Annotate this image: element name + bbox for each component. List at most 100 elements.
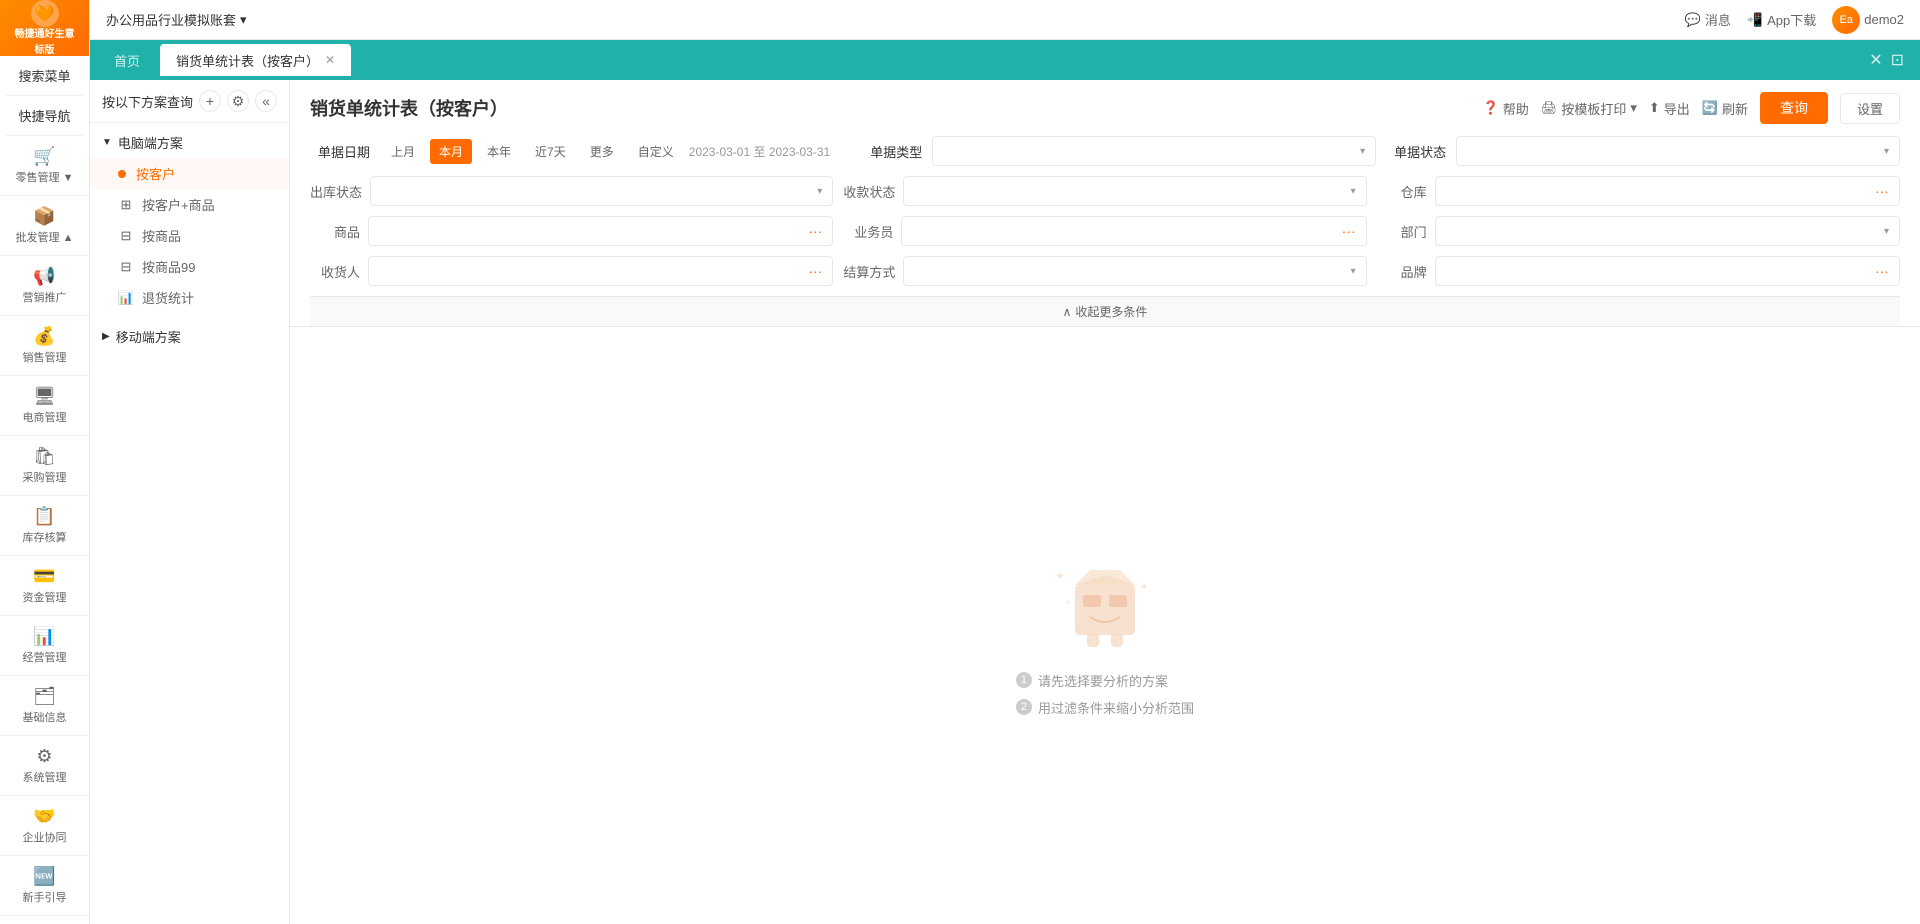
sidebar-item-wholesale[interactable]: 📦 批发管理 ▲ bbox=[0, 196, 89, 256]
date-btn-custom[interactable]: 自定义 bbox=[629, 139, 683, 164]
filter-row-4: 收货人 ··· 结算方式 ▾ bbox=[310, 256, 1900, 286]
sidebar-item-purchase[interactable]: 🛍 采购管理 bbox=[0, 436, 89, 496]
brand-label: 品牌 bbox=[1377, 262, 1427, 281]
date-btn-this-month[interactable]: 本月 bbox=[430, 139, 472, 164]
sidebar-item-inventory[interactable]: 📋 库存核算 bbox=[0, 496, 89, 556]
wholesale-icon: 📦 bbox=[4, 206, 85, 227]
salesman-field[interactable]: ··· bbox=[901, 216, 1366, 246]
sidebar-item-finance[interactable]: 💳 资金管理 bbox=[0, 556, 89, 616]
scheme-group-mobile-title[interactable]: ▶ 移动端方案 bbox=[90, 321, 289, 352]
sidebar-item-retail[interactable]: 🛒 零售管理 ▼ bbox=[0, 136, 89, 196]
main-area: 办公用品行业模拟账套 ▾ 💬 消息 📲 App下载 Ea demo2 首页 bbox=[90, 0, 1920, 924]
payment-label: 收款状态 bbox=[843, 182, 895, 201]
settings-scheme-btn[interactable]: ⚙ bbox=[227, 90, 249, 112]
settings-button[interactable]: 设置 bbox=[1840, 93, 1900, 124]
date-btn-this-year[interactable]: 本年 bbox=[478, 139, 520, 164]
page-header: 销货单统计表（按客户） ❓ 帮助 🖨 按模板打印 ▾ ⬆ bbox=[290, 80, 1920, 327]
settlement-dropdown[interactable]: ▾ bbox=[903, 256, 1366, 286]
scheme-item-customer-product[interactable]: ⊞ 按客户+商品 bbox=[90, 189, 289, 220]
page-title: 销货单统计表（按客户） bbox=[310, 95, 508, 121]
sidebar-item-appcenter[interactable]: 📱 应用中心 bbox=[0, 916, 89, 924]
export-label: 导出 bbox=[1664, 99, 1690, 118]
export-icon: ⬆ bbox=[1649, 100, 1660, 116]
tab-close-icon[interactable]: ✕ bbox=[325, 53, 335, 67]
settlement-arrow: ▾ bbox=[1351, 266, 1356, 277]
scheme-item-return-stats[interactable]: 📊 退货统计 bbox=[90, 282, 289, 313]
account-dropdown-icon: ▾ bbox=[240, 12, 247, 28]
sidebar-item-search[interactable]: 搜索菜单 bbox=[6, 56, 82, 96]
sidebar-item-base[interactable]: 🗂 基础信息 bbox=[0, 676, 89, 736]
order-status-dropdown[interactable]: ▾ bbox=[1456, 136, 1900, 166]
scheme-group-pc-title[interactable]: ▼ 电脑端方案 bbox=[90, 127, 289, 158]
empty-tip-2: 2 用过滤条件来缩小分析范围 bbox=[1016, 698, 1194, 717]
recipient-field[interactable]: ··· bbox=[368, 256, 833, 286]
filter-item-brand: 品牌 ··· bbox=[1377, 256, 1900, 286]
sidebar-item-sales[interactable]: 💰 销售管理 bbox=[0, 316, 89, 376]
recipient-dots-icon[interactable]: ··· bbox=[808, 263, 822, 279]
filter-area: 单据日期 上月 本月 本年 近7天 更多 自定义 2023-03-01 至 20… bbox=[310, 136, 1900, 326]
tab-sales-stats[interactable]: 销货单统计表（按客户） ✕ bbox=[160, 44, 351, 76]
table-icon2: ⊟ bbox=[118, 259, 134, 275]
product-field[interactable]: ··· bbox=[368, 216, 833, 246]
payment-dropdown[interactable]: ▾ bbox=[903, 176, 1366, 206]
window-close-icon[interactable]: ✕ bbox=[1869, 50, 1882, 70]
refresh-btn[interactable]: 🔄 刷新 bbox=[1702, 99, 1748, 118]
user-profile[interactable]: Ea demo2 bbox=[1832, 6, 1904, 34]
logo: 🧡 畅捷通好生意 标版 bbox=[0, 0, 90, 56]
filter-item-recipient: 收货人 ··· bbox=[310, 256, 833, 286]
user-name: demo2 bbox=[1864, 12, 1904, 27]
app-download-label: App下载 bbox=[1767, 10, 1816, 29]
window-restore-icon[interactable]: ⊡ bbox=[1891, 50, 1904, 70]
recipient-label: 收货人 bbox=[310, 262, 360, 281]
collapse-panel-btn[interactable]: « bbox=[255, 90, 277, 112]
app-download-btn[interactable]: 📲 App下载 bbox=[1747, 10, 1816, 29]
sidebar-item-sales-label: 销售管理 bbox=[4, 349, 85, 365]
sidebar-item-marketing-label: 营销推广 bbox=[4, 289, 85, 305]
export-btn[interactable]: ⬆ 导出 bbox=[1649, 99, 1690, 118]
tab-home[interactable]: 首页 bbox=[98, 44, 156, 76]
sidebar-item-operations[interactable]: 📊 经营管理 bbox=[0, 616, 89, 676]
sidebar-item-marketing[interactable]: 📢 营销推广 bbox=[0, 256, 89, 316]
sidebar-item-system[interactable]: ⚙ 系统管理 bbox=[0, 736, 89, 796]
query-button[interactable]: 查询 bbox=[1760, 92, 1828, 124]
warehouse-field[interactable]: ··· bbox=[1435, 176, 1900, 206]
sidebar-item-shortcut[interactable]: 快捷导航 bbox=[6, 96, 82, 136]
date-btn-last-month[interactable]: 上月 bbox=[382, 139, 424, 164]
help-btn[interactable]: ❓ 帮助 bbox=[1483, 99, 1529, 118]
outstatus-dropdown[interactable]: ▾ bbox=[370, 176, 833, 206]
account-selector[interactable]: 办公用品行业模拟账套 ▾ bbox=[106, 10, 247, 29]
sidebar-item-finance-label: 资金管理 bbox=[4, 589, 85, 605]
sidebar-item-guide[interactable]: 🆕 新手引导 bbox=[0, 856, 89, 916]
app-download-icon: 📲 bbox=[1747, 12, 1763, 28]
left-panel-actions: + ⚙ « bbox=[199, 90, 277, 112]
scheme-item-customer-label: 按客户 bbox=[136, 164, 175, 183]
filter-row-1: 单据日期 上月 本月 本年 近7天 更多 自定义 2023-03-01 至 20… bbox=[310, 136, 1900, 166]
message-btn[interactable]: 💬 消息 bbox=[1685, 10, 1731, 29]
sidebar-item-ecommerce[interactable]: 🖥 电商管理 bbox=[0, 376, 89, 436]
outstatus-label: 出库状态 bbox=[310, 182, 362, 201]
salesman-dots-icon[interactable]: ··· bbox=[1342, 223, 1356, 239]
sidebar-item-purchase-label: 采购管理 bbox=[4, 469, 85, 485]
order-type-dropdown[interactable]: ▾ bbox=[932, 136, 1376, 166]
add-scheme-btn[interactable]: + bbox=[199, 90, 221, 112]
brand-field[interactable]: ··· bbox=[1435, 256, 1900, 286]
date-btn-7days[interactable]: 近7天 bbox=[526, 139, 575, 164]
left-panel-header: 按以下方案查询 + ⚙ « bbox=[90, 80, 289, 123]
scheme-item-by-product99[interactable]: ⊟ 按商品99 bbox=[90, 251, 289, 282]
sales-icon: 💰 bbox=[4, 326, 85, 347]
svg-text:✦: ✦ bbox=[1055, 569, 1065, 583]
collapse-bar[interactable]: ∧ 收起更多条件 bbox=[310, 296, 1900, 326]
print-btn[interactable]: 🖨 按模板打印 ▾ bbox=[1541, 99, 1637, 118]
warehouse-dots-icon[interactable]: ··· bbox=[1875, 183, 1889, 199]
refresh-label: 刷新 bbox=[1722, 99, 1748, 118]
scheme-item-by-product[interactable]: ⊟ 按商品 bbox=[90, 220, 289, 251]
filter-item-payment: 收款状态 ▾ bbox=[843, 176, 1366, 206]
department-dropdown[interactable]: ▾ bbox=[1435, 216, 1900, 246]
scheme-item-by-customer[interactable]: 按客户 bbox=[90, 158, 289, 189]
sidebar: 🧡 畅捷通好生意 标版 搜索菜单 快捷导航 🛒 零售管理 ▼ 📦 批发管理 ▲ … bbox=[0, 0, 90, 924]
sidebar-item-enterprise[interactable]: 🤝 企业协同 bbox=[0, 796, 89, 856]
brand-dots-icon[interactable]: ··· bbox=[1875, 263, 1889, 279]
sidebar-item-enterprise-label: 企业协同 bbox=[4, 829, 85, 845]
date-btn-more[interactable]: 更多 bbox=[581, 139, 623, 164]
product-dots-icon[interactable]: ··· bbox=[808, 223, 822, 239]
